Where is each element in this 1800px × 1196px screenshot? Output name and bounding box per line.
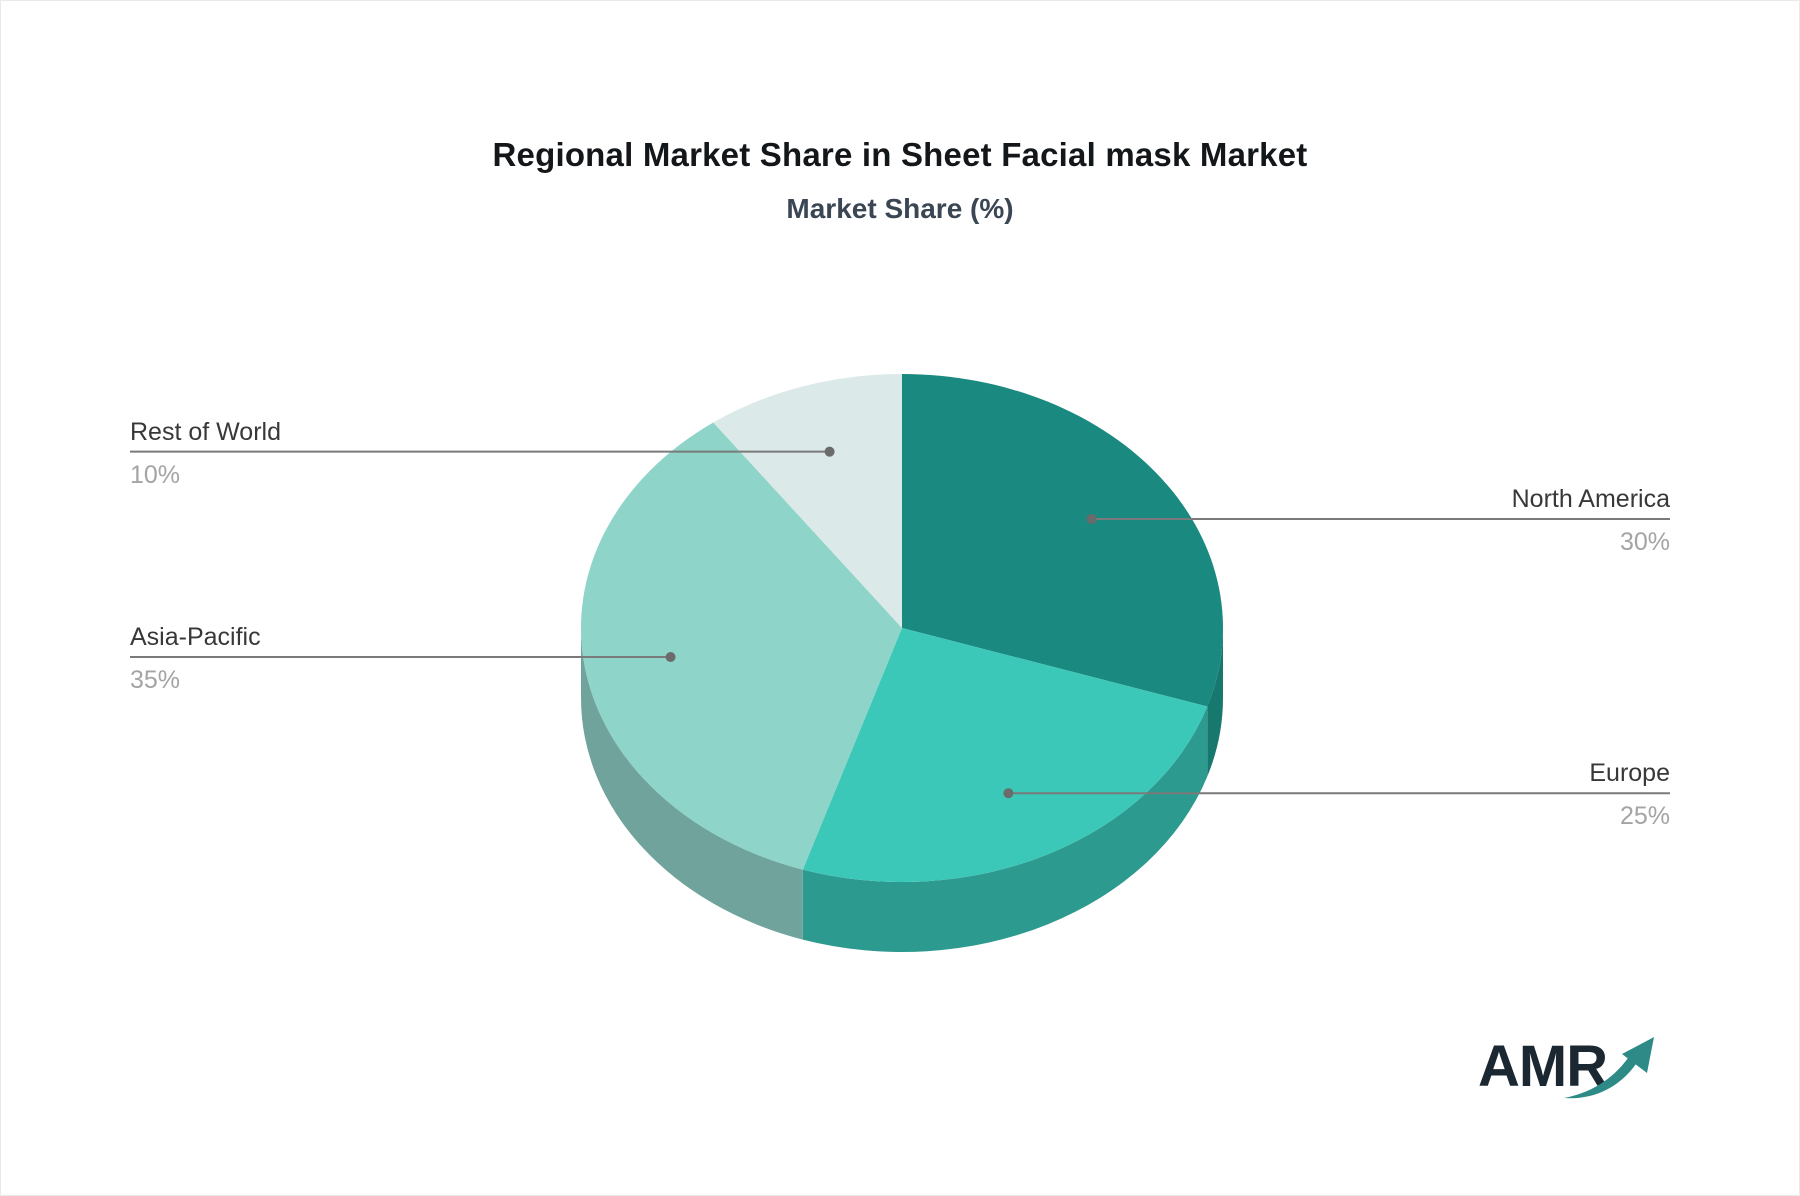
leader-dot [1087,514,1097,524]
slice-percent: 25% [1250,799,1670,833]
chart-canvas: Regional Market Share in Sheet Facial ma… [0,0,1800,1196]
callout-asia-pacific: Asia-Pacific 35% [130,620,550,697]
slice-label: Europe [1250,756,1670,790]
amr-logo: AMR [1478,1036,1668,1110]
callout-europe: Europe 25% [1250,756,1670,833]
amr-logo-arrow-icon [1562,1028,1658,1106]
slice-label: Asia-Pacific [130,620,550,654]
slice-label: Rest of World [130,415,550,449]
slice-percent: 10% [130,458,550,492]
callout-north-america: North America 30% [1250,482,1670,559]
leader-dot [825,447,835,457]
slice-label: North America [1250,482,1670,516]
leader-dot [666,652,676,662]
slice-percent: 35% [130,663,550,697]
pie-chart [0,0,1800,1196]
slice-percent: 30% [1250,525,1670,559]
leader-dot [1003,788,1013,798]
callout-rest-of-world: Rest of World 10% [130,415,550,492]
